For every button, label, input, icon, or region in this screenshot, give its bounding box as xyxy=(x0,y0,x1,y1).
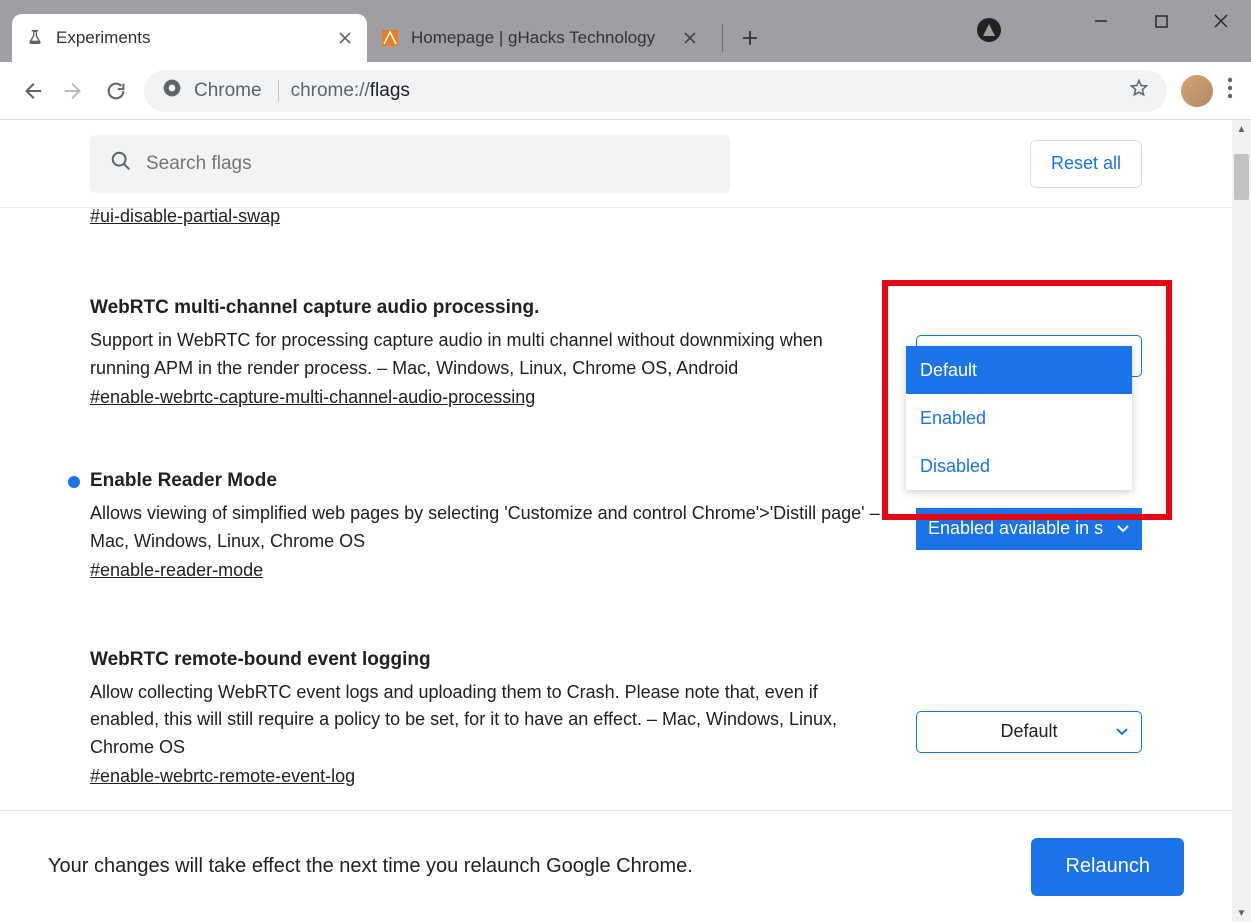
browser-toolbar: Chrome chrome://flags xyxy=(0,62,1251,120)
flag-anchor[interactable]: #enable-reader-mode xyxy=(90,560,263,581)
footer-message: Your changes will take effect the next t… xyxy=(48,855,693,878)
tab-experiments[interactable]: Experiments xyxy=(12,14,367,62)
flag-anchor[interactable]: #enable-webrtc-capture-multi-channel-aud… xyxy=(90,387,535,408)
scrollbar-thumb[interactable] xyxy=(1234,154,1249,200)
window-controls xyxy=(1071,0,1251,42)
close-window-button[interactable] xyxy=(1191,0,1251,42)
search-flags-box[interactable] xyxy=(90,135,730,193)
modified-indicator-icon xyxy=(68,476,80,488)
flag-anchor[interactable]: #enable-webrtc-remote-event-log xyxy=(90,766,355,787)
bookmark-star-icon[interactable] xyxy=(1129,78,1149,103)
reset-all-button[interactable]: Reset all xyxy=(1030,140,1142,188)
flag-dropdown[interactable]: Default xyxy=(916,711,1142,753)
search-icon xyxy=(110,150,132,177)
scroll-up-icon[interactable]: ▲ xyxy=(1232,120,1251,138)
flag-description: Support in WebRTC for processing capture… xyxy=(90,327,880,383)
address-bar[interactable]: Chrome chrome://flags xyxy=(144,70,1167,112)
tab-title: Experiments xyxy=(56,28,325,48)
vertical-scrollbar[interactable]: ▲ ▼ xyxy=(1232,120,1251,922)
close-icon[interactable] xyxy=(337,30,353,46)
chrome-icon xyxy=(162,78,182,103)
omnibox-origin-label: Chrome xyxy=(194,80,279,102)
chevron-down-icon xyxy=(1116,518,1130,539)
relaunch-button[interactable]: Relaunch xyxy=(1031,838,1184,896)
flag-title: WebRTC remote-bound event logging xyxy=(90,649,1142,671)
tab-title: Homepage | gHacks Technology xyxy=(411,28,670,48)
new-tab-button[interactable] xyxy=(733,21,767,55)
kebab-menu-icon[interactable] xyxy=(1227,77,1233,104)
site-favicon xyxy=(381,29,399,47)
dropdown-option-enabled[interactable]: Enabled xyxy=(906,394,1132,442)
dropdown-menu: Default Enabled Disabled xyxy=(906,346,1132,490)
media-indicator-icon[interactable] xyxy=(977,18,1001,42)
tab-ghacks[interactable]: Homepage | gHacks Technology xyxy=(367,14,712,62)
relaunch-footer: Your changes will take effect the next t… xyxy=(0,810,1232,922)
dropdown-option-disabled[interactable]: Disabled xyxy=(906,442,1132,490)
flag-description: Allows viewing of simplified web pages b… xyxy=(90,500,880,556)
window-titlebar: Experiments Homepage | gHacks Technology xyxy=(0,0,1251,62)
maximize-button[interactable] xyxy=(1131,0,1191,42)
reload-button[interactable] xyxy=(102,77,130,105)
omnibox-url: chrome://flags xyxy=(291,80,1117,102)
flag-anchor[interactable]: #ui-disable-partial-swap xyxy=(90,208,280,226)
dropdown-option-default[interactable]: Default xyxy=(906,346,1132,394)
flag-title: WebRTC multi-channel capture audio proce… xyxy=(90,297,1142,319)
tab-separator xyxy=(722,24,723,52)
flags-search-header: Reset all xyxy=(0,120,1232,208)
close-icon[interactable] xyxy=(682,30,698,46)
flag-item: WebRTC remote-bound event logging Allow … xyxy=(90,581,1142,788)
page-content: Reset all #ui-disable-partial-swap WebRT… xyxy=(0,120,1251,922)
profile-avatar[interactable] xyxy=(1181,75,1213,107)
search-input[interactable] xyxy=(146,153,710,175)
forward-button[interactable] xyxy=(60,77,88,105)
minimize-button[interactable] xyxy=(1071,0,1131,42)
tab-strip: Experiments Homepage | gHacks Technology xyxy=(12,0,767,62)
chevron-down-icon xyxy=(1115,721,1129,742)
back-button[interactable] xyxy=(18,77,46,105)
scroll-down-icon[interactable]: ▼ xyxy=(1232,904,1251,922)
flag-description: Allow collecting WebRTC event logs and u… xyxy=(90,679,880,763)
flask-icon xyxy=(26,29,44,47)
flag-dropdown[interactable]: Enabled available in s xyxy=(916,508,1142,550)
